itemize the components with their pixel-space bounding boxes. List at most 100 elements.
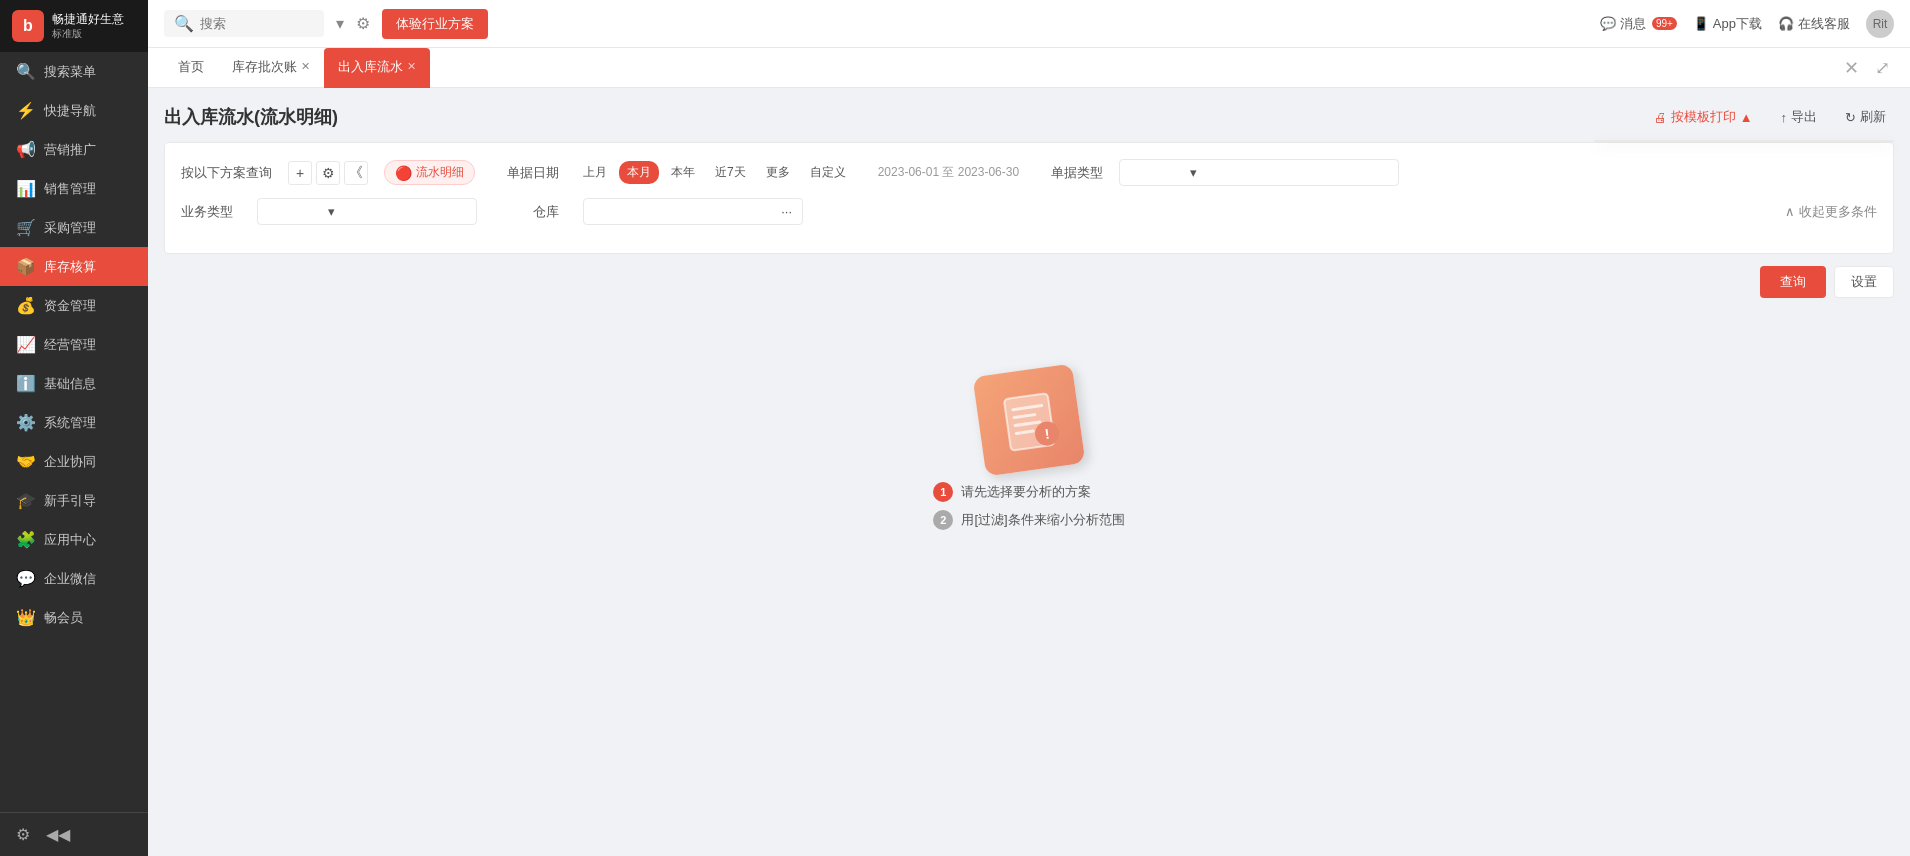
message-icon: 💬 bbox=[1600, 16, 1616, 31]
settings-icon[interactable]: ⚙ bbox=[16, 825, 30, 844]
tab-inout-flow[interactable]: 出入库流水 ✕ bbox=[324, 48, 430, 88]
sidebar-icon-corp-collab: 🤝 bbox=[16, 452, 36, 471]
sidebar-icon-inventory: 📦 bbox=[16, 257, 36, 276]
shortcut-more[interactable]: 更多 bbox=[758, 161, 798, 184]
filter-actions: + ⚙ 《 bbox=[288, 161, 368, 185]
sidebar-icon-finance: 💰 bbox=[16, 296, 36, 315]
app-download-button[interactable]: 📱 App下载 bbox=[1693, 15, 1762, 33]
sidebar: b 畅捷通好生意 标准版 🔍搜索菜单⚡快捷导航📢营销推广📊销售管理🛒采购管理📦库… bbox=[0, 0, 148, 856]
shortcut-custom[interactable]: 自定义 bbox=[802, 161, 854, 184]
biz-type-dropdown-icon: ▾ bbox=[328, 204, 335, 219]
app-name: 畅捷通好生意 bbox=[52, 11, 124, 28]
biz-type-select[interactable]: ▾ bbox=[257, 198, 477, 225]
collapse-filter-button[interactable]: 《 bbox=[344, 161, 368, 185]
tabbar-close-icon[interactable]: ✕ bbox=[1840, 57, 1863, 79]
tabbar-expand-icon[interactable]: ⤢ bbox=[1871, 57, 1894, 79]
shortcut-prev-month[interactable]: 上月 bbox=[575, 161, 615, 184]
add-filter-button[interactable]: + bbox=[288, 161, 312, 185]
tab-inout-flow-close[interactable]: ✕ bbox=[407, 60, 416, 73]
sidebar-icon-sales: 📊 bbox=[16, 179, 36, 198]
sidebar-item-inventory[interactable]: 📦库存核算 bbox=[0, 247, 148, 286]
shortcut-year[interactable]: 本年 bbox=[663, 161, 703, 184]
sidebar-item-operations[interactable]: 📈经营管理 bbox=[0, 325, 148, 364]
search-dropdown-icon[interactable]: ▾ bbox=[336, 14, 344, 33]
tab-batch-account[interactable]: 库存批次账 ✕ bbox=[218, 48, 324, 88]
active-filter-tag[interactable]: 🔴 流水明细 bbox=[384, 160, 475, 185]
tabbar-right: ✕ ⤢ bbox=[1840, 57, 1894, 79]
filter-tag-label: 流水明细 bbox=[416, 164, 464, 181]
warehouse-more-icon[interactable]: ··· bbox=[781, 204, 792, 219]
topbar: 🔍 ▾ ⚙ 体验行业方案 💬 消息 99+ 📱 App下载 🎧 在线客服 Rit bbox=[148, 0, 1910, 48]
tab-home[interactable]: 首页 bbox=[164, 48, 218, 88]
sidebar-label-sales: 销售管理 bbox=[44, 180, 96, 198]
sidebar-item-app-center[interactable]: 🧩应用中心 bbox=[0, 520, 148, 559]
sidebar-icon-quick-nav: ⚡ bbox=[16, 101, 36, 120]
empty-state: ! 1 请先选择要分析的方案 2 用[过滤]条件来缩小分析范围 bbox=[164, 310, 1894, 590]
step-2-text: 用[过滤]条件来缩小分析范围 bbox=[961, 511, 1124, 529]
tab-batch-account-label: 库存批次账 bbox=[232, 58, 297, 76]
warehouse-select[interactable]: ··· bbox=[583, 198, 803, 225]
sidebar-item-newbie[interactable]: 🎓新手引导 bbox=[0, 481, 148, 520]
collapse-conditions-btn[interactable]: ∧ 收起更多条件 bbox=[1785, 203, 1877, 221]
refresh-button[interactable]: ↻ 刷新 bbox=[1837, 104, 1894, 130]
sidebar-item-member[interactable]: 👑畅会员 bbox=[0, 598, 148, 637]
industry-solution-button[interactable]: 体验行业方案 bbox=[382, 9, 488, 39]
date-shortcuts: 上月 本月 本年 近7天 更多 自定义 bbox=[575, 161, 854, 184]
sidebar-item-search[interactable]: 🔍 搜索菜单 bbox=[0, 52, 148, 91]
sidebar-item-basics[interactable]: ℹ️ 基础信息 bbox=[0, 364, 148, 403]
printer-icon: 🖨 bbox=[1654, 110, 1667, 125]
sidebar-icon-member: 👑 bbox=[16, 608, 36, 627]
sidebar-footer: ⚙ ◀◀ bbox=[0, 812, 148, 856]
doc-type-dropdown-icon: ▾ bbox=[1190, 165, 1197, 180]
sidebar-item-finance[interactable]: 💰资金管理 bbox=[0, 286, 148, 325]
query-button[interactable]: 查询 bbox=[1760, 266, 1826, 298]
sidebar-label-newbie: 新手引导 bbox=[44, 492, 96, 510]
sidebar-icon-basics: ℹ️ bbox=[16, 374, 36, 393]
online-service-button[interactable]: 🎧 在线客服 bbox=[1778, 15, 1850, 33]
collapse-sidebar-icon[interactable]: ◀◀ bbox=[46, 825, 70, 844]
sidebar-label-purchase: 采购管理 bbox=[44, 219, 96, 237]
filter-row-1: 按以下方案查询 + ⚙ 《 🔴 流水明细 单据日期 上月 本月 本年 近7天 bbox=[181, 159, 1877, 186]
sidebar-item-quick-nav[interactable]: ⚡快捷导航 bbox=[0, 91, 148, 130]
empty-step-2: 2 用[过滤]条件来缩小分析范围 bbox=[933, 510, 1124, 530]
user-profile[interactable]: Rit bbox=[1866, 10, 1894, 38]
sidebar-item-marketing[interactable]: 📢 营销推广 bbox=[0, 130, 148, 169]
page-title: 出入库流水(流水明细) bbox=[164, 105, 338, 129]
settings-filter-button[interactable]: 设置 bbox=[1834, 266, 1894, 298]
sidebar-label-corp-collab: 企业协同 bbox=[44, 453, 96, 471]
sidebar-item-corp-collab[interactable]: 🤝 企业协同 bbox=[0, 442, 148, 481]
search-box[interactable]: 🔍 bbox=[164, 10, 324, 37]
sidebar-icon-search: 🔍 bbox=[16, 62, 36, 81]
shortcut-current-month[interactable]: 本月 bbox=[619, 161, 659, 184]
empty-illustration: ! bbox=[973, 364, 1086, 477]
sidebar-item-corp-wechat[interactable]: 💬企业微信 bbox=[0, 559, 148, 598]
doc-type-select[interactable]: ▾ bbox=[1119, 159, 1399, 186]
main-area: 🔍 ▾ ⚙ 体验行业方案 💬 消息 99+ 📱 App下载 🎧 在线客服 Rit bbox=[148, 0, 1910, 856]
shortcut-7days[interactable]: 近7天 bbox=[707, 161, 754, 184]
filter-row-2: 业务类型 ▾ 仓库 ··· ∧ 收起更多条件 bbox=[181, 198, 1877, 225]
sidebar-label-search: 搜索菜单 bbox=[44, 63, 96, 81]
sidebar-icon-operations: 📈 bbox=[16, 335, 36, 354]
biz-type-label: 业务类型 bbox=[181, 203, 233, 221]
page-actions: 🖨 按模板打印 ▲ ↑ 导出 ↻ 刷新 bbox=[1646, 104, 1894, 130]
sidebar-item-system[interactable]: ⚙️系统管理 bbox=[0, 403, 148, 442]
dropdown-arrow-up-icon: ▲ bbox=[1740, 110, 1753, 125]
sidebar-label-basics: 基础信息 bbox=[44, 375, 96, 393]
sidebar-item-sales[interactable]: 📊 销售管理 bbox=[0, 169, 148, 208]
filter-settings-button[interactable]: ⚙ bbox=[316, 161, 340, 185]
sidebar-icon-purchase: 🛒 bbox=[16, 218, 36, 237]
search-input[interactable] bbox=[200, 16, 320, 31]
sidebar-icon-marketing: 📢 bbox=[16, 140, 36, 159]
topbar-settings-icon[interactable]: ⚙ bbox=[356, 14, 370, 33]
tab-home-label: 首页 bbox=[178, 58, 204, 76]
sidebar-item-purchase[interactable]: 🛒 采购管理 bbox=[0, 208, 148, 247]
print-template-button[interactable]: 🖨 按模板打印 ▲ bbox=[1646, 104, 1761, 130]
tab-batch-account-close[interactable]: ✕ bbox=[301, 60, 310, 73]
message-button[interactable]: 💬 消息 99+ bbox=[1600, 15, 1677, 33]
sidebar-icon-system: ⚙️ bbox=[16, 413, 36, 432]
refresh-icon: ↻ bbox=[1845, 110, 1856, 125]
sidebar-label-marketing: 营销推广 bbox=[44, 141, 96, 159]
filter-panel: 按以下方案查询 + ⚙ 《 🔴 流水明细 单据日期 上月 本月 本年 近7天 bbox=[164, 142, 1894, 254]
export-button[interactable]: ↑ 导出 bbox=[1773, 104, 1826, 130]
topbar-right: 💬 消息 99+ 📱 App下载 🎧 在线客服 Rit bbox=[1600, 10, 1894, 38]
